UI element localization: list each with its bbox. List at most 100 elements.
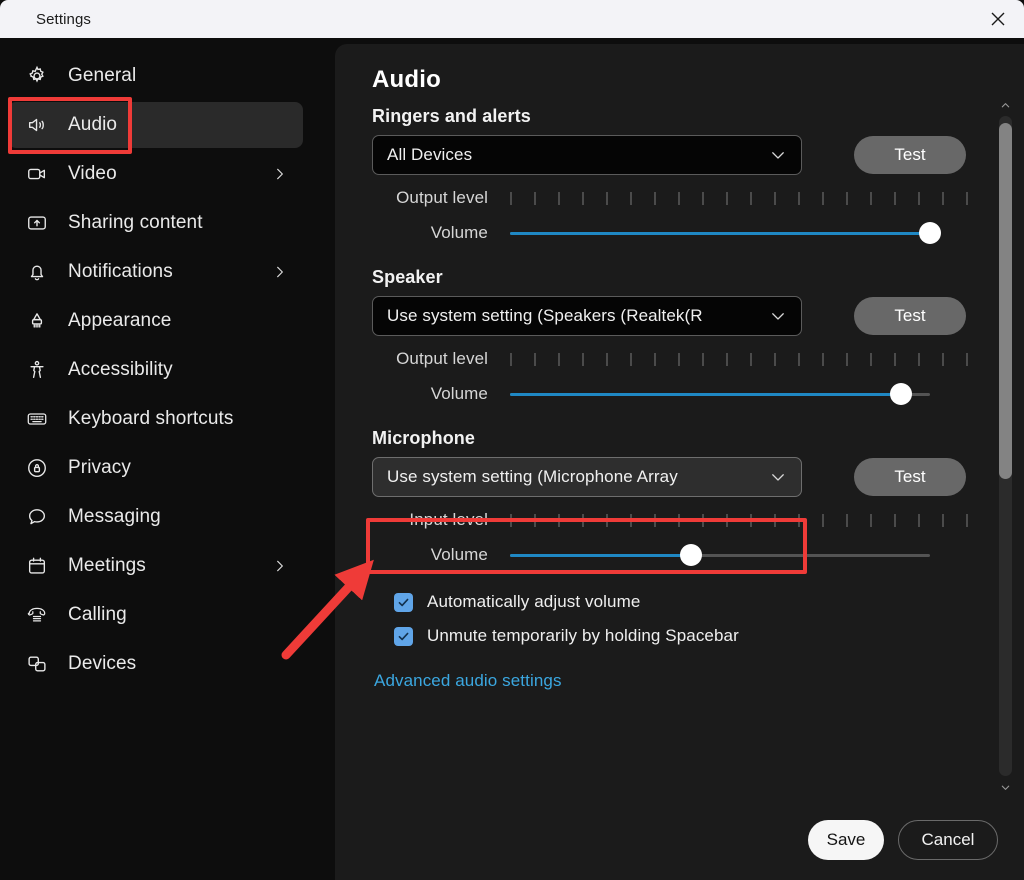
ringers-test-button[interactable]: Test [854,136,966,174]
sidebar-item-video[interactable]: Video [8,151,303,197]
sidebar-item-label: Audio [68,114,117,136]
microphone-test-button[interactable]: Test [854,458,966,496]
chevron-right-icon [273,167,287,181]
sidebar-item-label: Keyboard shortcuts [68,408,234,430]
sidebar-item-label: Privacy [68,457,131,479]
speaker-volume-label: Volume [372,384,488,404]
sidebar-item-label: Video [68,163,117,185]
close-icon [990,11,1006,27]
microphone-device-row: Use system setting (Microphone Array Tes… [372,457,986,497]
microphone-volume-row: Volume [372,537,986,573]
advanced-audio-settings-link[interactable]: Advanced audio settings [374,671,562,691]
microphone-device-value: Use system setting (Microphone Array [387,467,678,487]
microphone-volume-slider[interactable] [510,543,930,567]
gear-icon [24,63,50,89]
save-button[interactable]: Save [808,820,884,860]
microphone-device-select[interactable]: Use system setting (Microphone Array [372,457,802,497]
accessibility-icon [24,357,50,383]
cancel-button[interactable]: Cancel [898,820,998,860]
sidebar-item-appearance[interactable]: Appearance [8,298,303,344]
sidebar-item-label: Calling [68,604,127,626]
sidebar-item-label: General [68,65,136,87]
sidebar-item-label: Notifications [68,261,173,283]
auto-adjust-volume-checkbox-row[interactable]: Automatically adjust volume [394,585,986,619]
slider-thumb[interactable] [919,222,941,244]
chat-bubble-icon [24,504,50,530]
sidebar-item-messaging[interactable]: Messaging [8,494,303,540]
microphone-section-title: Microphone [372,428,986,449]
scrollbar-thumb[interactable] [999,123,1012,479]
paint-brush-icon [24,308,50,334]
chevron-down-icon [769,307,787,325]
sidebar-item-keyboard-shortcuts[interactable]: Keyboard shortcuts [8,396,303,442]
ringers-section-title: Ringers and alerts [372,106,986,127]
close-button[interactable] [972,0,1024,38]
auto-adjust-volume-label: Automatically adjust volume [427,592,640,612]
devices-icon [24,651,50,677]
slider-thumb[interactable] [890,383,912,405]
calendar-icon [24,553,50,579]
microphone-input-level-row: Input level [372,503,986,537]
audio-settings-content: Audio Ringers and alerts All Devices Tes… [335,44,986,804]
keyboard-icon [24,406,50,432]
scroll-up-arrow-icon[interactable] [996,96,1014,114]
ringers-output-level-label: Output level [372,188,488,208]
video-camera-icon [24,161,50,187]
sidebar-item-accessibility[interactable]: Accessibility [8,347,303,393]
privacy-lock-icon [24,455,50,481]
dialog-footer: Save Cancel [808,820,998,860]
ringers-device-select[interactable]: All Devices [372,135,802,175]
chevron-down-icon [769,146,787,164]
sidebar-item-label: Devices [68,653,136,675]
sidebar-item-label: Sharing content [68,212,203,234]
slider-fill [510,232,930,235]
microphone-input-level-label: Input level [372,510,488,530]
sidebar-item-sharing-content[interactable]: Sharing content [8,200,303,246]
slider-fill [510,393,901,396]
microphone-input-level-meter [510,514,968,527]
speaker-output-level-meter [510,353,968,366]
main-panel: Audio Ringers and alerts All Devices Tes… [335,44,1024,880]
sidebar-item-devices[interactable]: Devices [8,641,303,687]
window-title: Settings [36,11,91,28]
content-scrollbar[interactable] [996,96,1014,796]
slider-fill [510,554,691,557]
bell-icon [24,259,50,285]
share-screen-icon [24,210,50,236]
microphone-volume-label: Volume [372,545,488,565]
unmute-spacebar-label: Unmute temporarily by holding Spacebar [427,626,739,646]
ringers-output-level-meter [510,192,968,205]
scrollbar-groove[interactable] [999,116,1012,776]
sidebar-item-label: Meetings [68,555,146,577]
scroll-down-arrow-icon[interactable] [996,778,1014,796]
slider-thumb[interactable] [680,544,702,566]
sidebar-item-meetings[interactable]: Meetings [8,543,303,589]
speaker-volume-slider[interactable] [510,382,930,406]
telephone-icon [24,602,50,628]
ringers-volume-row: Volume [372,215,986,251]
ringers-device-row: All Devices Test [372,135,986,175]
speaker-test-button[interactable]: Test [854,297,966,335]
ringers-volume-slider[interactable] [510,221,930,245]
sidebar-item-label: Appearance [68,310,171,332]
checkbox-checked-icon[interactable] [394,593,413,612]
speaker-device-value: Use system setting (Speakers (Realtek(R [387,306,703,326]
speaker-section-title: Speaker [372,267,986,288]
title-bar: Settings [0,0,1024,38]
sidebar-item-notifications[interactable]: Notifications [8,249,303,295]
ringers-output-level-row: Output level [372,181,986,215]
settings-window: Settings General [0,0,1024,880]
speaker-device-row: Use system setting (Speakers (Realtek(R … [372,296,986,336]
sidebar-item-general[interactable]: General [8,53,303,99]
checkbox-checked-icon[interactable] [394,627,413,646]
chevron-right-icon [273,265,287,279]
speaker-output-level-row: Output level [372,342,986,376]
sidebar-item-calling[interactable]: Calling [8,592,303,638]
speaker-device-select[interactable]: Use system setting (Speakers (Realtek(R [372,296,802,336]
sidebar-item-audio[interactable]: Audio [8,102,303,148]
sidebar: General Audio Video [0,38,335,880]
unmute-spacebar-checkbox-row[interactable]: Unmute temporarily by holding Spacebar [394,619,986,653]
sidebar-item-label: Accessibility [68,359,173,381]
ringers-device-value: All Devices [387,145,472,165]
sidebar-item-privacy[interactable]: Privacy [8,445,303,491]
